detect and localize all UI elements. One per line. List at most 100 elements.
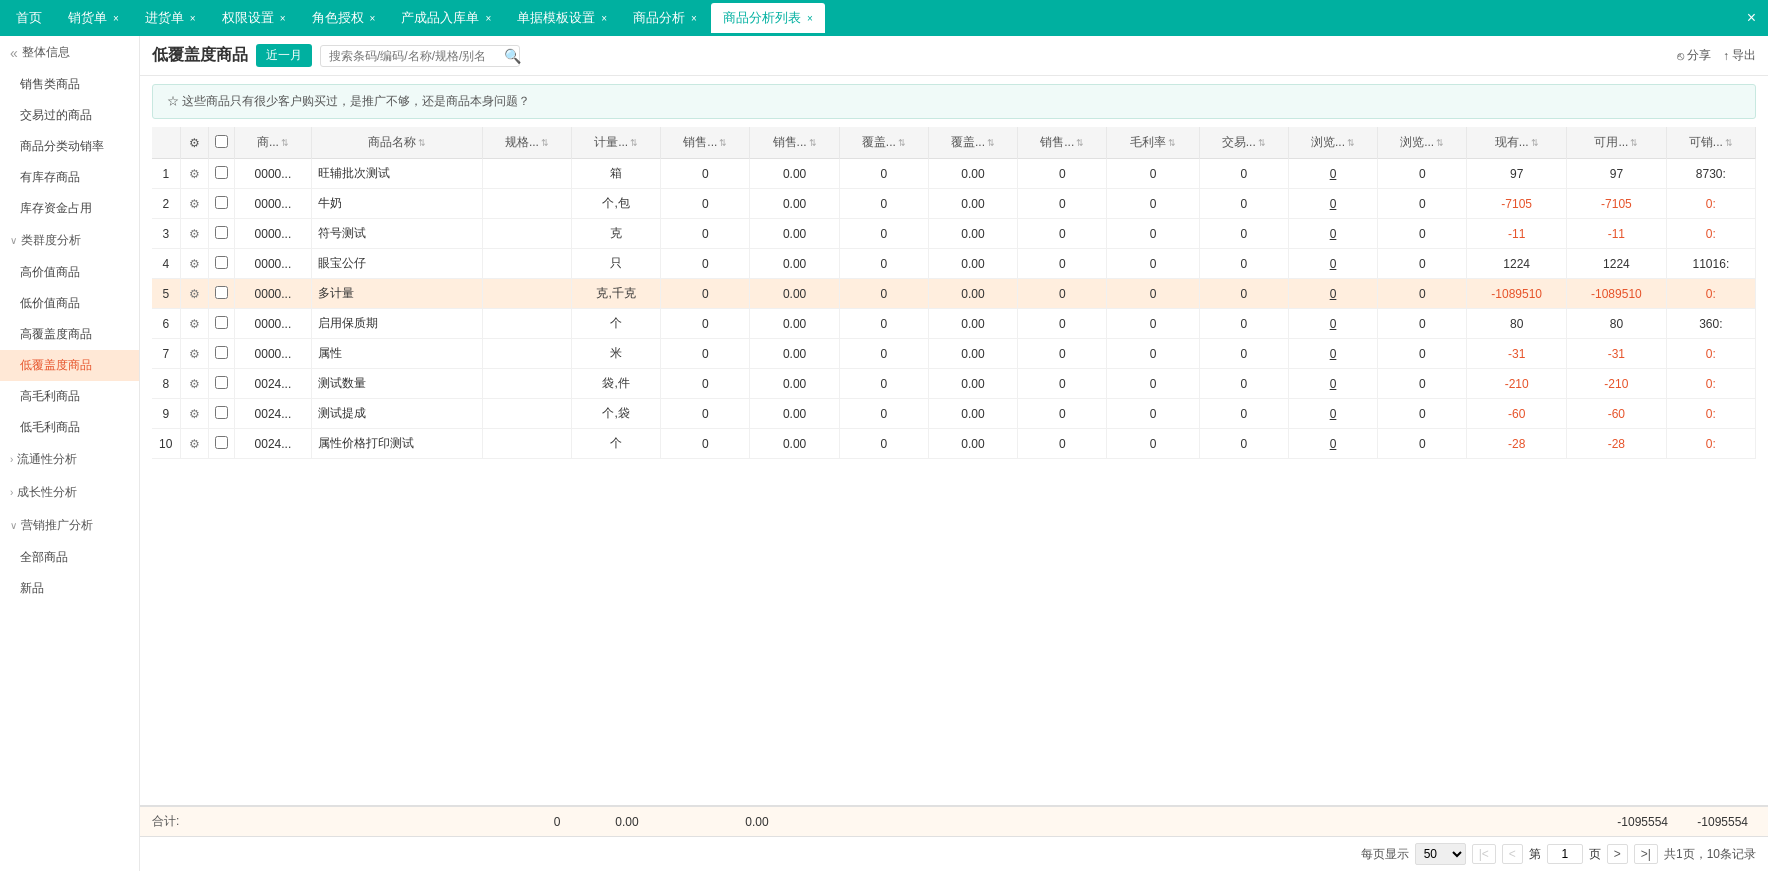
nav-tab-analysis-list-close[interactable]: × (807, 13, 813, 24)
sidebar-item-new-goods[interactable]: 新品 (0, 573, 139, 604)
row-select-checkbox[interactable] (215, 436, 228, 449)
col-available[interactable]: 可用...⇅ (1567, 127, 1667, 159)
col-unit[interactable]: 计量...⇅ (572, 127, 661, 159)
row-select-checkbox[interactable] (215, 226, 228, 239)
row-checkbox[interactable] (208, 369, 234, 399)
next-page-button[interactable]: > (1607, 844, 1628, 864)
col-name[interactable]: 商品名称⇅ (312, 127, 483, 159)
row-select-checkbox[interactable] (215, 286, 228, 299)
search-button[interactable]: 🔍 (504, 48, 521, 64)
row-checkbox[interactable] (208, 339, 234, 369)
select-all-checkbox[interactable] (215, 135, 228, 148)
row-browse1[interactable]: 0 (1288, 249, 1377, 279)
row-checkbox[interactable] (208, 219, 234, 249)
row-select-checkbox[interactable] (215, 196, 228, 209)
row-select-checkbox[interactable] (215, 166, 228, 179)
sidebar-item-low-margin[interactable]: 低毛利商品 (0, 412, 139, 443)
row-select-checkbox[interactable] (215, 346, 228, 359)
sidebar-section-cluster[interactable]: ∨ 类群度分析 (0, 224, 139, 257)
last-page-button[interactable]: >| (1634, 844, 1658, 864)
row-browse1[interactable]: 0 (1288, 279, 1377, 309)
nav-tab-analysis[interactable]: 商品分析 × (621, 3, 709, 33)
nav-tab-template[interactable]: 单据模板设置 × (505, 3, 619, 33)
nav-tab-permission[interactable]: 权限设置 × (210, 3, 298, 33)
col-trade[interactable]: 交易...⇅ (1199, 127, 1288, 159)
row-gear[interactable]: ⚙ (180, 309, 208, 339)
col-browse1[interactable]: 浏览...⇅ (1288, 127, 1377, 159)
sidebar-item-low-coverage[interactable]: 低覆盖度商品 (0, 350, 139, 381)
date-filter-button[interactable]: 近一月 (256, 44, 312, 67)
row-browse1[interactable]: 0 (1288, 339, 1377, 369)
col-sellable[interactable]: 可销...⇅ (1666, 127, 1755, 159)
sidebar-item-low-value[interactable]: 低价值商品 (0, 288, 139, 319)
col-code[interactable]: 商...⇅ (234, 127, 312, 159)
nav-tab-sales-close[interactable]: × (113, 13, 119, 24)
nav-tab-template-close[interactable]: × (601, 13, 607, 24)
sidebar-item-sales-goods[interactable]: 销售类商品 (0, 69, 139, 100)
col-browse2[interactable]: 浏览...⇅ (1378, 127, 1467, 159)
row-checkbox[interactable] (208, 189, 234, 219)
row-gear[interactable]: ⚙ (180, 159, 208, 189)
row-checkbox[interactable] (208, 279, 234, 309)
sidebar-item-in-stock[interactable]: 有库存商品 (0, 162, 139, 193)
row-gear[interactable]: ⚙ (180, 339, 208, 369)
nav-tab-purchase[interactable]: 进货单 × (133, 3, 208, 33)
sidebar-section-liquidity[interactable]: › 流通性分析 (0, 443, 139, 476)
nav-tab-role[interactable]: 角色授权 × (300, 3, 388, 33)
page-size-select[interactable]: 20 50 100 (1415, 843, 1466, 865)
share-button[interactable]: ⎋ 分享 (1677, 47, 1711, 64)
row-browse1[interactable]: 0 (1288, 369, 1377, 399)
sidebar-item-high-margin[interactable]: 高毛利商品 (0, 381, 139, 412)
search-input[interactable] (320, 45, 520, 67)
row-select-checkbox[interactable] (215, 376, 228, 389)
first-page-button[interactable]: |< (1472, 844, 1496, 864)
nav-tab-home[interactable]: 首页 (4, 3, 54, 33)
nav-tab-analysis-close[interactable]: × (691, 13, 697, 24)
row-checkbox[interactable] (208, 159, 234, 189)
row-browse1[interactable]: 0 (1288, 189, 1377, 219)
row-gear[interactable]: ⚙ (180, 369, 208, 399)
sidebar-item-high-value[interactable]: 高价值商品 (0, 257, 139, 288)
row-checkbox[interactable] (208, 429, 234, 459)
sidebar-section-marketing[interactable]: ∨ 营销推广分析 (0, 509, 139, 542)
row-gear[interactable]: ⚙ (180, 279, 208, 309)
col-cover2[interactable]: 覆盖...⇅ (928, 127, 1017, 159)
row-checkbox[interactable] (208, 309, 234, 339)
row-gear[interactable]: ⚙ (180, 249, 208, 279)
row-browse1[interactable]: 0 (1288, 219, 1377, 249)
page-number-input[interactable] (1547, 844, 1583, 864)
col-sales-qty[interactable]: 销售...⇅ (661, 127, 750, 159)
col-sales2[interactable]: 销售...⇅ (1018, 127, 1107, 159)
col-gear[interactable]: ⚙ (180, 127, 208, 159)
row-browse1[interactable]: 0 (1288, 429, 1377, 459)
export-button[interactable]: ↑ 导出 (1723, 47, 1756, 64)
sidebar-section-overall[interactable]: « 整体信息 (0, 36, 139, 69)
sidebar-item-high-coverage[interactable]: 高覆盖度商品 (0, 319, 139, 350)
nav-tab-sales[interactable]: 销货单 × (56, 3, 131, 33)
sidebar-item-all-goods[interactable]: 全部商品 (0, 542, 139, 573)
sidebar-collapse-icon[interactable]: « (10, 45, 18, 61)
nav-tab-permission-close[interactable]: × (280, 13, 286, 24)
row-gear[interactable]: ⚙ (180, 429, 208, 459)
row-browse1[interactable]: 0 (1288, 159, 1377, 189)
col-cover1[interactable]: 覆盖...⇅ (839, 127, 928, 159)
row-select-checkbox[interactable] (215, 406, 228, 419)
nav-tab-stock-close[interactable]: × (485, 13, 491, 24)
prev-page-button[interactable]: < (1502, 844, 1523, 864)
sidebar-item-category-rate[interactable]: 商品分类动销率 (0, 131, 139, 162)
nav-tab-stock[interactable]: 产成品入库单 × (389, 3, 503, 33)
row-browse1[interactable]: 0 (1288, 399, 1377, 429)
nav-tab-purchase-close[interactable]: × (190, 13, 196, 24)
nav-tab-role-close[interactable]: × (370, 13, 376, 24)
nav-tab-analysis-list[interactable]: 商品分析列表 × (711, 3, 825, 33)
col-sales-amt[interactable]: 销售...⇅ (750, 127, 839, 159)
row-select-checkbox[interactable] (215, 256, 228, 269)
sidebar-item-capital[interactable]: 库存资金占用 (0, 193, 139, 224)
col-checkbox[interactable] (208, 127, 234, 159)
sidebar-section-growth[interactable]: › 成长性分析 (0, 476, 139, 509)
col-gross[interactable]: 毛利率⇅ (1107, 127, 1199, 159)
close-all-tabs-button[interactable]: × (1739, 9, 1764, 27)
row-gear[interactable]: ⚙ (180, 219, 208, 249)
row-checkbox[interactable] (208, 399, 234, 429)
col-current[interactable]: 现有...⇅ (1467, 127, 1567, 159)
